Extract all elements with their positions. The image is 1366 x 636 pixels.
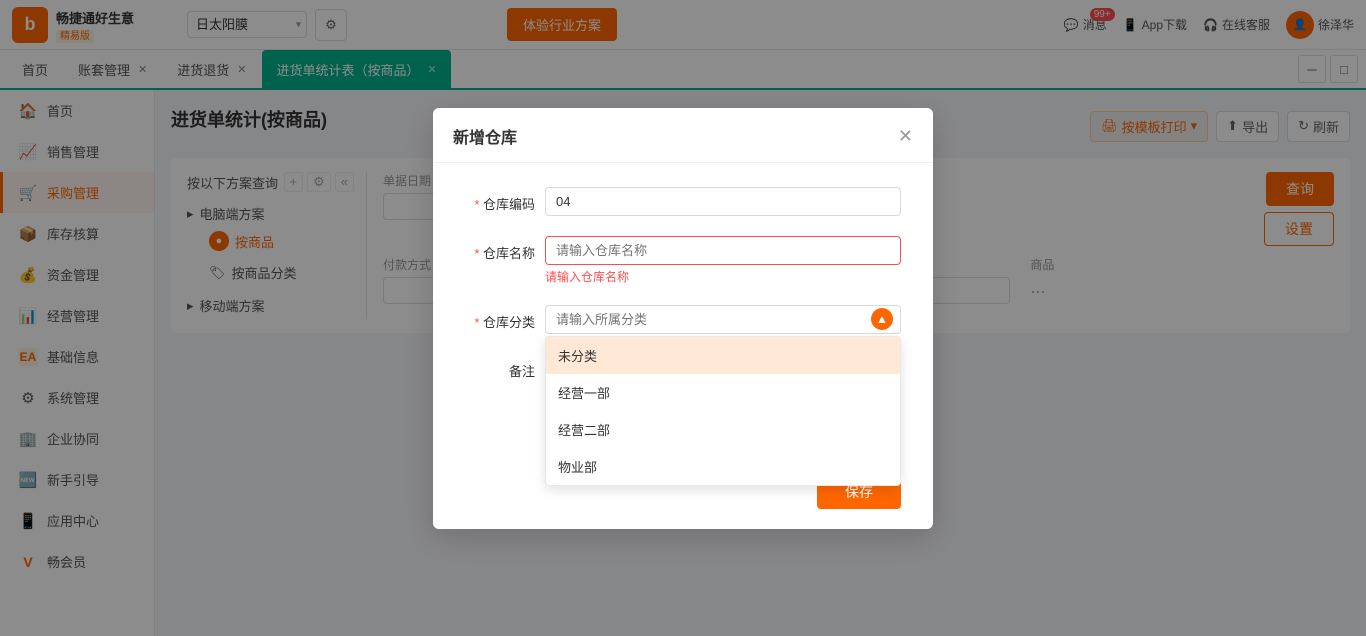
category-label: 仓库分类 <box>465 305 545 331</box>
form-row-category: 仓库分类 ▲ 未分类 经营一部 经营二部 物业部 <box>465 305 901 334</box>
dropdown-item-1[interactable]: 经营一部 <box>546 374 900 411</box>
category-input[interactable] <box>545 305 901 334</box>
category-dropdown: 未分类 经营一部 经营二部 物业部 <box>545 336 901 486</box>
name-field: 请输入仓库名称 <box>545 236 901 285</box>
category-field: ▲ 未分类 经营一部 经营二部 物业部 <box>545 305 901 334</box>
modal-close-button[interactable]: ✕ <box>898 127 913 145</box>
remark-label: 备注 <box>465 354 545 380</box>
category-select-wrap: ▲ <box>545 305 901 334</box>
dropdown-item-3[interactable]: 物业部 <box>546 448 900 485</box>
category-dropdown-toggle[interactable]: ▲ <box>871 308 893 330</box>
modal-title: 新增仓库 <box>453 124 517 148</box>
modal-header: 新增仓库 ✕ <box>433 108 933 163</box>
code-label: 仓库编码 <box>465 187 545 213</box>
form-row-name: 仓库名称 请输入仓库名称 <box>465 236 901 285</box>
modal-body: 仓库编码 仓库名称 请输入仓库名称 仓库分类 ▲ <box>433 163 933 461</box>
code-input[interactable] <box>545 187 901 216</box>
name-label: 仓库名称 <box>465 236 545 262</box>
name-input[interactable] <box>545 236 901 265</box>
name-error-msg: 请输入仓库名称 <box>545 268 901 285</box>
dropdown-item-2[interactable]: 经营二部 <box>546 411 900 448</box>
dropdown-item-0[interactable]: 未分类 <box>546 337 900 374</box>
form-row-code: 仓库编码 <box>465 187 901 216</box>
modal-new-warehouse: 新增仓库 ✕ 仓库编码 仓库名称 请输入仓库名称 仓库分类 <box>433 108 933 529</box>
modal-overlay: 新增仓库 ✕ 仓库编码 仓库名称 请输入仓库名称 仓库分类 <box>0 0 1366 636</box>
code-field <box>545 187 901 216</box>
